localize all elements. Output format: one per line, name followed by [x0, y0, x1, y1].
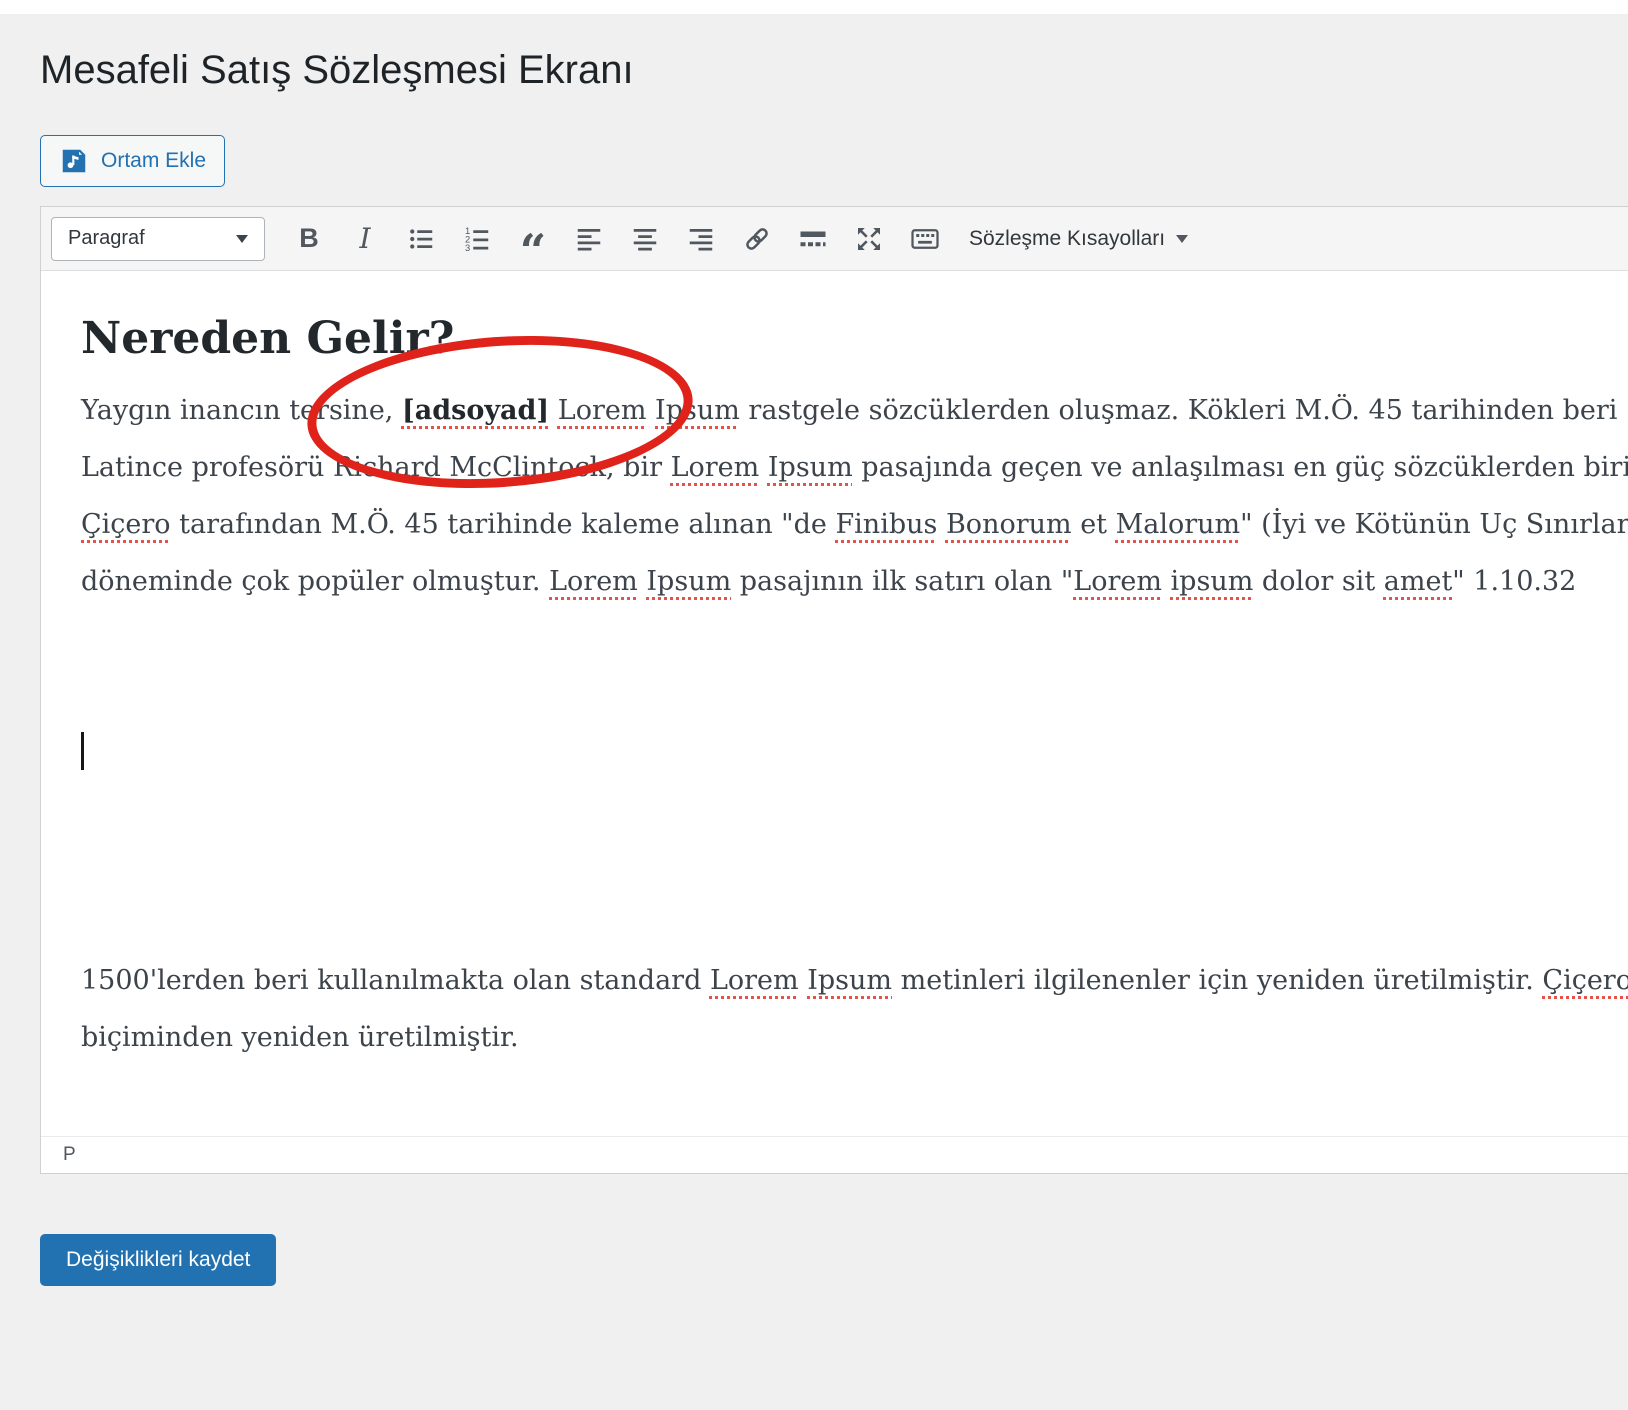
empty-line [81, 610, 1621, 667]
numbered-list-icon: 1 2 3 [465, 226, 489, 253]
link-button[interactable] [729, 213, 785, 265]
align-left-icon [577, 228, 601, 250]
text-caret [81, 731, 84, 770]
admin-page: Mesafeli Satış Sözleşmesi Ekranı Ortam E… [0, 48, 1628, 1286]
content-heading: Nereden Gelir? [81, 313, 455, 364]
contract-shortcuts-label: Sözleşme Kısayolları [969, 226, 1166, 250]
align-right-button[interactable] [673, 213, 729, 265]
format-select[interactable]: Paragraf [51, 216, 265, 261]
italic-icon: I [359, 222, 371, 255]
editor-toolbar: Paragraf B I 1 2 3 “ Sözleşme Kısayollar… [41, 207, 1628, 278]
paragraph-2: 1500'lerden beri kullanılmakta olan stan… [81, 965, 1628, 1053]
paragraph-1: Yaygın inancın tersine, [adsoyad] Lorem … [81, 395, 1628, 597]
chevron-down-icon [1176, 234, 1189, 243]
toolbar-toggle-icon [911, 228, 939, 249]
empty-line [81, 895, 1621, 952]
element-path[interactable]: P [63, 1144, 76, 1166]
bold-button[interactable]: B [281, 213, 337, 265]
editor-statusbar: P [41, 1136, 1628, 1173]
toolbar-toggle-button[interactable] [897, 213, 953, 265]
more-tag-button[interactable] [785, 213, 841, 265]
italic-button[interactable]: I [337, 213, 393, 265]
numbered-list-button[interactable]: 1 2 3 [449, 213, 505, 265]
fullscreen-button[interactable] [841, 213, 897, 265]
fullscreen-icon [858, 227, 880, 250]
editor-frame: Paragraf B I 1 2 3 “ Sözleşme Kısayollar… [40, 206, 1628, 1174]
add-media-icon [59, 146, 89, 176]
align-center-icon [633, 228, 657, 250]
bulleted-list-button[interactable] [393, 213, 449, 265]
align-left-button[interactable] [561, 213, 617, 265]
align-right-icon [689, 228, 713, 250]
svg-text:3: 3 [465, 243, 470, 253]
page-title: Mesafeli Satış Sözleşmesi Ekranı [40, 48, 634, 92]
format-select-value: Paragraf [68, 227, 145, 249]
empty-line [81, 838, 1621, 895]
contract-shortcuts-dropdown[interactable]: Sözleşme Kısayolları [969, 226, 1189, 251]
align-center-button[interactable] [617, 213, 673, 265]
caret-line [81, 724, 1621, 781]
empty-line [81, 667, 1621, 724]
save-changes-button[interactable]: Değişiklikleri kaydet [40, 1234, 277, 1286]
more-tag-icon [800, 231, 826, 246]
bulleted-list-icon [410, 228, 433, 249]
bold-icon: B [299, 223, 319, 253]
chevron-down-icon [236, 234, 248, 243]
blockquote-button[interactable]: “ [505, 213, 561, 278]
empty-line [81, 781, 1621, 838]
top-strip [0, 0, 1628, 14]
add-media-button[interactable]: Ortam Ekle [40, 135, 226, 187]
blockquote-icon: “ [519, 223, 547, 278]
link-icon [746, 227, 768, 250]
editor-content-area[interactable]: Nereden Gelir? Yaygın inancın tersine, [… [41, 271, 1628, 1136]
add-media-label: Ortam Ekle [101, 149, 207, 172]
